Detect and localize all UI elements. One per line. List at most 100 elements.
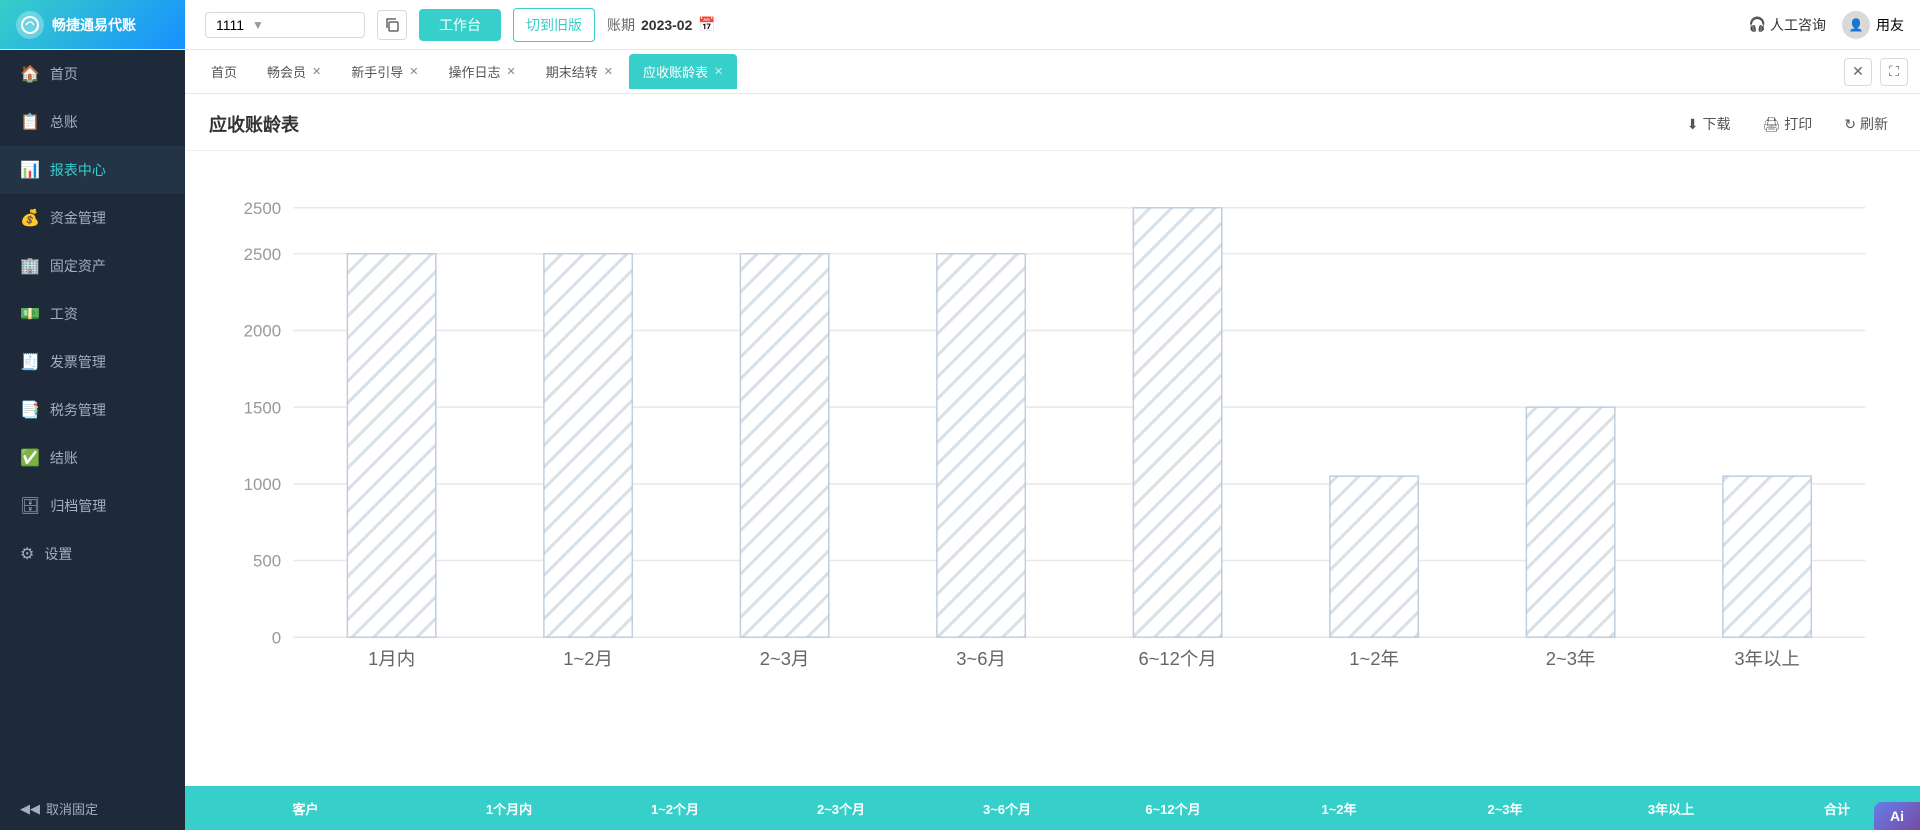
bar-chart: 0500100015002000250025001月内1~2月2~3月3~6月6…	[209, 171, 1896, 766]
user-area[interactable]: 👤 用友	[1842, 11, 1904, 39]
sidebar-label-finance: 资金管理	[50, 208, 106, 228]
tab-label-member: 畅会员	[267, 62, 306, 81]
tab-label-oplog: 操作日志	[448, 62, 500, 81]
maximize-tab-button[interactable]: ⛶	[1880, 58, 1908, 86]
pin-icon: ◀◀	[20, 801, 40, 817]
table-col-7: 2~3年	[1422, 799, 1588, 818]
table-col-6: 1~2年	[1256, 799, 1422, 818]
tab-close-member[interactable]: ✕	[312, 65, 321, 78]
sidebar-label-reports: 报表中心	[50, 160, 106, 180]
tabs-actions: ✕ ⛶	[1844, 58, 1908, 86]
archive-icon: 🗄	[20, 496, 40, 516]
cancel-pin-button[interactable]: ◀◀ 取消固定	[0, 787, 185, 830]
tab-agetable[interactable]: 应收账龄表✕	[629, 54, 737, 89]
company-name: 1111	[216, 17, 244, 33]
sidebar-item-settle[interactable]: ✅结账	[0, 434, 185, 482]
consult-label: 人工咨询	[1770, 15, 1826, 35]
download-label: 下载	[1702, 114, 1730, 134]
home-icon: 🏠	[20, 64, 40, 84]
sidebar-label-assets: 固定资产	[50, 256, 106, 276]
svg-text:2~3月: 2~3月	[760, 648, 810, 669]
sidebar-item-settings[interactable]: ⚙设置	[0, 530, 185, 578]
switch-old-button[interactable]: 切到旧版	[513, 8, 595, 42]
sidebar-item-finance[interactable]: 💰 资金管理	[0, 194, 185, 242]
svg-text:2000: 2000	[244, 322, 282, 341]
refresh-button[interactable]: ↻ 刷新	[1836, 110, 1896, 138]
sidebar-item-assets[interactable]: 🏢固定资产	[0, 242, 185, 290]
sidebar-item-archive[interactable]: 🗄 归档管理	[0, 482, 185, 530]
sidebar-item-reports[interactable]: 📊 报表中心	[0, 146, 185, 194]
sidebar-item-ledger[interactable]: 📋 总账	[0, 98, 185, 146]
sidebar-label-ledger: 总账	[50, 112, 78, 132]
sidebar-item-tax[interactable]: 📑税务管理	[0, 386, 185, 434]
sidebar-label-salary: 工资	[50, 304, 78, 324]
tab-close-guide[interactable]: ✕	[409, 65, 418, 78]
table-col-0: 客户	[185, 799, 426, 818]
svg-text:1000: 1000	[244, 475, 282, 494]
refresh-icon: ↻	[1844, 116, 1856, 133]
tab-yearend[interactable]: 期末结转✕	[532, 54, 627, 89]
page-title: 应收账龄表	[209, 111, 299, 137]
sidebar-label-settle: 结账	[50, 448, 78, 468]
sidebar-item-salary[interactable]: 💵 工资	[0, 290, 185, 338]
table-col-5: 6~12个月	[1090, 799, 1256, 818]
dropdown-arrow-icon: ▼	[252, 18, 264, 32]
sidebar-label-tax: 税务管理	[50, 400, 106, 420]
company-selector[interactable]: 1111 ▼	[205, 12, 365, 38]
invoice-icon: 🧾	[20, 352, 40, 372]
consult-button[interactable]: 🎧 人工咨询	[1749, 15, 1826, 35]
avatar: 👤	[1842, 11, 1870, 39]
svg-text:3年以上: 3年以上	[1734, 648, 1799, 669]
table-col-3: 2~3个月	[758, 799, 924, 818]
svg-text:6~12个月: 6~12个月	[1138, 648, 1216, 669]
print-button[interactable]: 🖨 打印	[1754, 110, 1820, 138]
tab-guide[interactable]: 新手引导✕	[337, 54, 432, 89]
settings-icon: ⚙	[20, 544, 34, 564]
cancel-pin-label: 取消固定	[46, 799, 98, 818]
tab-oplog[interactable]: 操作日志 ✕	[434, 54, 529, 89]
sidebar-item-invoice[interactable]: 🧾 发票管理	[0, 338, 185, 386]
print-icon: 🖨	[1762, 116, 1780, 133]
print-label: 打印	[1784, 114, 1812, 134]
svg-text:1月内: 1月内	[368, 648, 415, 669]
content-area: 首页畅会员✕新手引导✕操作日志✕期末结转✕应收账龄表✕ ✕ ⛶ 应收账龄表 ⬇ …	[185, 50, 1920, 830]
sidebar-label-archive: 归档管理	[50, 496, 106, 516]
sidebar-label-invoice: 发票管理	[50, 352, 106, 372]
sidebar: 🏠 首页 📋 总账 📊 报表中心 💰 资金管理 🏢固定资产 💵 工资 🧾 发票管理 📑税务管理✅结账 🗄 归档…	[0, 50, 185, 830]
page-content: 应收账龄表 ⬇ 下载 🖨 打印 ↻ 刷新	[185, 94, 1920, 830]
svg-text:2500: 2500	[244, 199, 282, 218]
close-tab-button[interactable]: ✕	[1844, 58, 1872, 86]
table-header-row: 客户1个月内1~2个月2~3个月3~6个月6~12个月1~2年2~3年3年以上合…	[185, 786, 1920, 830]
tab-close-oplog[interactable]: ✕	[507, 65, 516, 78]
headset-icon: 🎧	[1749, 16, 1766, 33]
tab-close-yearend[interactable]: ✕	[604, 65, 613, 78]
download-button[interactable]: ⬇ 下载	[1679, 110, 1739, 138]
top-header: 畅捷通易代账 1111 ▼ 工作台 切到旧版 账期 2023-02 📅 🎧 人工…	[0, 0, 1920, 50]
sidebar-label-home: 首页	[50, 64, 78, 84]
svg-text:1~2月: 1~2月	[563, 648, 613, 669]
svg-text:3~6月: 3~6月	[956, 648, 1006, 669]
salary-icon: 💵	[20, 304, 40, 324]
download-icon: ⬇	[1687, 116, 1699, 133]
workbench-button[interactable]: 工作台	[419, 9, 501, 41]
header-center: 1111 ▼ 工作台 切到旧版 账期 2023-02 📅	[185, 8, 1749, 42]
tab-home[interactable]: 首页	[197, 54, 251, 89]
tab-close-agetable[interactable]: ✕	[714, 65, 723, 78]
table-col-1: 1个月内	[426, 799, 592, 818]
copy-button[interactable]	[377, 10, 407, 40]
period-value: 2023-02	[641, 17, 692, 33]
table-col-2: 1~2个月	[592, 799, 758, 818]
calendar-icon[interactable]: 📅	[698, 16, 715, 33]
page-header: 应收账龄表 ⬇ 下载 🖨 打印 ↻ 刷新	[185, 94, 1920, 151]
reports-icon: 📊	[20, 160, 40, 180]
finance-icon: 💰	[20, 208, 40, 228]
svg-text:1~2年: 1~2年	[1349, 648, 1399, 669]
svg-text:500: 500	[253, 552, 281, 571]
sidebar-item-home[interactable]: 🏠 首页	[0, 50, 185, 98]
ledger-icon: 📋	[20, 112, 40, 132]
tab-member[interactable]: 畅会员 ✕	[253, 54, 335, 89]
ai-badge[interactable]: Ai	[1874, 802, 1920, 830]
table-col-4: 3~6个月	[924, 799, 1090, 818]
page-actions: ⬇ 下载 🖨 打印 ↻ 刷新	[1679, 110, 1896, 138]
svg-text:0: 0	[272, 628, 281, 647]
